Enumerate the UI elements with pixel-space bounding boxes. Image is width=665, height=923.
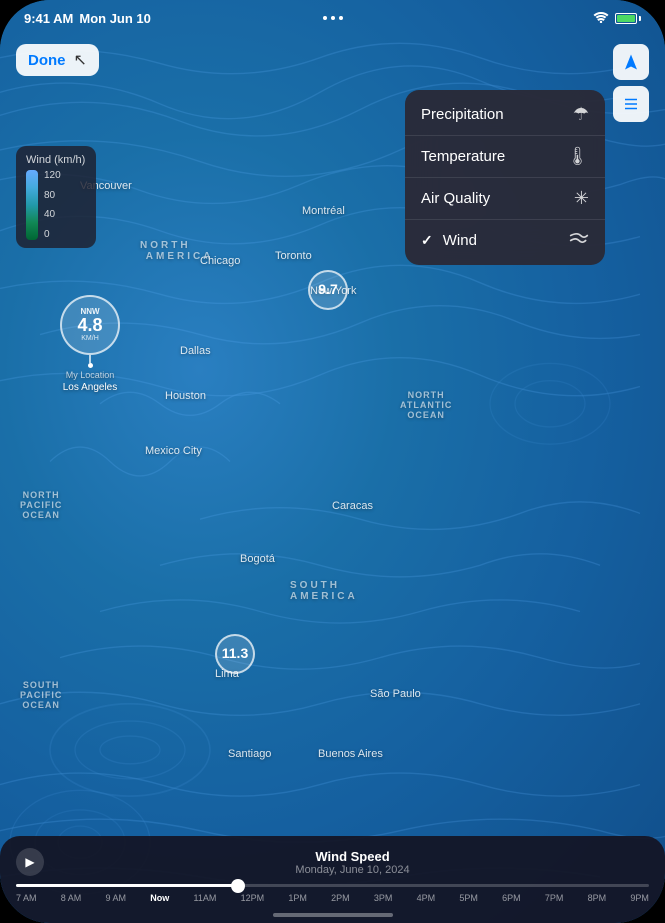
- marker-bubble-main: NNW 4.8 KM/H: [60, 295, 120, 355]
- legend-title: Wind (km/h): [26, 154, 86, 166]
- legend-val-80: 80: [44, 190, 61, 201]
- track-thumb[interactable]: [231, 879, 245, 893]
- right-controls: [613, 44, 649, 122]
- legend-color-bar: [26, 170, 38, 240]
- status-bar: 9:41 AM Mon Jun 10: [0, 0, 665, 36]
- menu-item-air-quality[interactable]: Air Quality ✳: [405, 178, 605, 220]
- timeline-track[interactable]: [16, 884, 649, 887]
- track-fill: [16, 884, 238, 887]
- timeline-info: Wind Speed Monday, June 10, 2024: [56, 849, 649, 876]
- timeline-date: Monday, June 10, 2024: [56, 864, 649, 876]
- marker-speed-ny: 9.7: [318, 282, 337, 297]
- time-4pm: 4PM: [417, 893, 436, 903]
- location-button[interactable]: [613, 44, 649, 80]
- city-mexico-city: Mexico City: [145, 445, 202, 457]
- status-bar-right: [593, 11, 641, 26]
- status-dot-2: [331, 16, 335, 20]
- time-2pm: 2PM: [331, 893, 350, 903]
- marker-unit: KM/H: [81, 335, 99, 342]
- legend-labels: 120 80 40 0: [44, 170, 61, 240]
- time-display: 9:41 AM: [24, 11, 73, 26]
- wind-checkmark: ✓: [421, 232, 433, 249]
- time-3pm: 3PM: [374, 893, 393, 903]
- date-display: Mon Jun 10: [79, 11, 151, 26]
- north-pacific-label: NorthPacificOcean: [20, 490, 62, 520]
- done-label: Done: [28, 52, 66, 69]
- status-dot-3: [339, 16, 343, 20]
- menu-item-precipitation[interactable]: Precipitation ☂: [405, 94, 605, 136]
- layers-button[interactable]: [613, 86, 649, 122]
- legend-bar-container: 120 80 40 0: [26, 170, 86, 240]
- marker-speed-lima: 11.3: [222, 646, 248, 661]
- timeline-title: Wind Speed: [56, 849, 649, 864]
- device-frame: 9:41 AM Mon Jun 10: [0, 0, 665, 923]
- menu-item-temperature[interactable]: Temperature 🌡: [405, 136, 605, 178]
- cursor-icon: ↖: [74, 50, 87, 70]
- temperature-label: Temperature: [421, 148, 505, 165]
- marker-pin: [89, 355, 91, 363]
- layer-dropdown-menu: Precipitation ☂ Temperature 🌡 Air Qualit…: [405, 90, 605, 265]
- north-atlantic-label: NorthAtlanticOcean: [400, 390, 452, 420]
- time-5pm: 5PM: [459, 893, 478, 903]
- status-bar-left: 9:41 AM Mon Jun 10: [24, 11, 151, 26]
- city-dallas: Dallas: [180, 345, 211, 357]
- status-bar-center: [323, 16, 343, 20]
- city-chicago: Chicago: [200, 255, 240, 267]
- marker-bubble-ny: 9.7: [308, 270, 348, 310]
- legend-val-120: 120: [44, 170, 61, 181]
- marker-lima[interactable]: 11.3: [215, 634, 255, 674]
- legend-val-40: 40: [44, 209, 61, 220]
- city-montreal: Montréal: [302, 205, 345, 217]
- time-8pm: 8PM: [588, 893, 607, 903]
- done-button[interactable]: Done ↖: [16, 44, 99, 76]
- time-8am: 8 AM: [61, 893, 82, 903]
- legend-val-0: 0: [44, 229, 61, 240]
- time-now: Now: [150, 893, 169, 903]
- marker-new-york[interactable]: 9.7: [308, 270, 348, 310]
- city-bogota: Bogotá: [240, 553, 275, 565]
- status-dot-1: [323, 16, 327, 20]
- marker-bubble-lima: 11.3: [215, 634, 255, 674]
- time-9pm: 9PM: [630, 893, 649, 903]
- marker-speed-main: 4.8: [77, 316, 102, 336]
- time-11am: 11AM: [193, 893, 216, 903]
- wifi-icon: [593, 11, 609, 26]
- air-quality-label: Air Quality: [421, 190, 490, 207]
- time-1pm: 1PM: [288, 893, 307, 903]
- menu-item-wind[interactable]: ✓ Wind: [405, 220, 605, 261]
- precipitation-label: Precipitation: [421, 106, 504, 123]
- track-background: [16, 884, 649, 887]
- city-caracas: Caracas: [332, 500, 373, 512]
- timeline-header: ▶ Wind Speed Monday, June 10, 2024: [16, 848, 649, 876]
- south-america-label: SOUTHAMERICA: [290, 580, 358, 602]
- time-labels: 7 AM 8 AM 9 AM Now 11AM 12PM 1PM 2PM 3PM…: [16, 893, 649, 903]
- play-icon: ▶: [25, 855, 34, 869]
- home-indicator: [273, 913, 393, 917]
- time-12pm: 12PM: [241, 893, 265, 903]
- wind-label: Wind: [443, 232, 477, 249]
- bottom-panel: ▶ Wind Speed Monday, June 10, 2024 7 AM …: [0, 836, 665, 923]
- time-9am: 9 AM: [106, 893, 127, 903]
- wind-legend: Wind (km/h) 120 80 40 0: [16, 146, 96, 248]
- city-santiago: Santiago: [228, 748, 271, 760]
- city-sao-paulo: São Paulo: [370, 688, 421, 700]
- air-quality-icon: ✳: [574, 188, 589, 209]
- city-buenos-aires: Buenos Aires: [318, 748, 383, 760]
- my-location-sublabel: My Location: [66, 370, 115, 380]
- time-7pm: 7PM: [545, 893, 564, 903]
- play-button[interactable]: ▶: [16, 848, 44, 876]
- battery-icon: [615, 13, 641, 24]
- city-houston: Houston: [165, 390, 206, 402]
- my-location-label: Los Angeles: [63, 382, 118, 393]
- marker-dot: [88, 363, 93, 368]
- precipitation-icon: ☂: [573, 104, 589, 125]
- time-6pm: 6PM: [502, 893, 521, 903]
- city-toronto: Toronto: [275, 250, 312, 262]
- time-7am: 7 AM: [16, 893, 37, 903]
- south-pacific-label: SouthPacificOcean: [20, 680, 62, 710]
- temperature-icon: 🌡: [566, 146, 589, 167]
- wind-icon: [569, 230, 589, 251]
- marker-my-location[interactable]: NNW 4.8 KM/H My Location Los Angeles: [60, 295, 120, 393]
